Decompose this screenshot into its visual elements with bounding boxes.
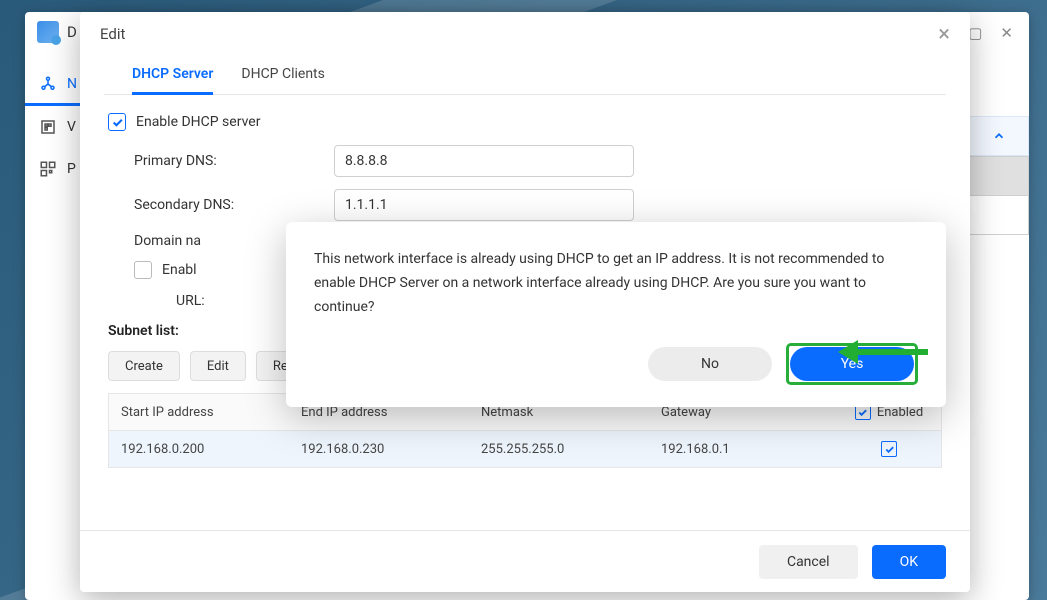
primary-dns-label: Primary DNS: xyxy=(134,153,334,169)
ok-button[interactable]: OK xyxy=(872,545,946,579)
td-netmask: 255.255.255.0 xyxy=(469,431,649,467)
cancel-button[interactable]: Cancel xyxy=(759,545,858,579)
maximize-icon[interactable]: ▢ xyxy=(968,24,982,42)
panel-row-a xyxy=(969,156,1029,196)
secondary-dns-label: Secondary DNS: xyxy=(134,197,334,213)
tab-dhcp-clients[interactable]: DHCP Clients xyxy=(241,56,324,94)
td-start-ip: 192.168.0.200 xyxy=(109,431,289,467)
sidebar-label-0: N xyxy=(67,76,77,92)
table-row[interactable]: 192.168.0.200 192.168.0.230 255.255.255.… xyxy=(109,431,941,467)
sidebar-label-2: P xyxy=(67,161,76,177)
enable-sub-label: Enabl xyxy=(162,262,197,278)
create-button[interactable]: Create xyxy=(108,351,180,381)
td-end-ip: 192.168.0.230 xyxy=(289,431,469,467)
close-window-icon[interactable]: ✕ xyxy=(1000,24,1013,42)
building-icon xyxy=(39,118,57,136)
yes-button-highlight: Yes xyxy=(786,343,918,385)
edit-modal-title: Edit xyxy=(100,25,125,43)
url-label: URL: xyxy=(176,293,236,309)
confirm-dialog: This network interface is already using … xyxy=(286,222,946,407)
secondary-dns-input[interactable] xyxy=(334,189,634,221)
edit-button[interactable]: Edit xyxy=(190,351,246,381)
grid-icon xyxy=(39,160,57,178)
panel-row-b xyxy=(969,195,1029,235)
primary-dns-input[interactable] xyxy=(334,145,634,177)
no-button[interactable]: No xyxy=(648,347,772,381)
enable-sub-checkbox[interactable] xyxy=(134,261,152,279)
sidebar-label-1: V xyxy=(67,119,76,135)
enable-dhcp-checkbox[interactable] xyxy=(108,113,126,131)
network-tree-icon xyxy=(39,75,57,93)
app-title-fragment: D xyxy=(67,23,77,41)
th-start-ip[interactable]: Start IP address xyxy=(109,394,289,430)
app-icon xyxy=(37,21,59,43)
td-enabled xyxy=(839,431,939,467)
enable-dhcp-label: Enable DHCP server xyxy=(136,114,260,130)
right-panel-fragment xyxy=(969,116,1029,235)
panel-collapse-toggle[interactable] xyxy=(969,116,1029,156)
yes-button[interactable]: Yes xyxy=(790,347,914,381)
close-icon[interactable]: × xyxy=(938,22,950,47)
confirm-message: This network interface is already using … xyxy=(314,248,918,319)
tab-dhcp-server[interactable]: DHCP Server xyxy=(132,56,213,94)
row-enabled-checkbox[interactable] xyxy=(881,441,897,457)
td-gateway: 192.168.0.1 xyxy=(649,431,839,467)
